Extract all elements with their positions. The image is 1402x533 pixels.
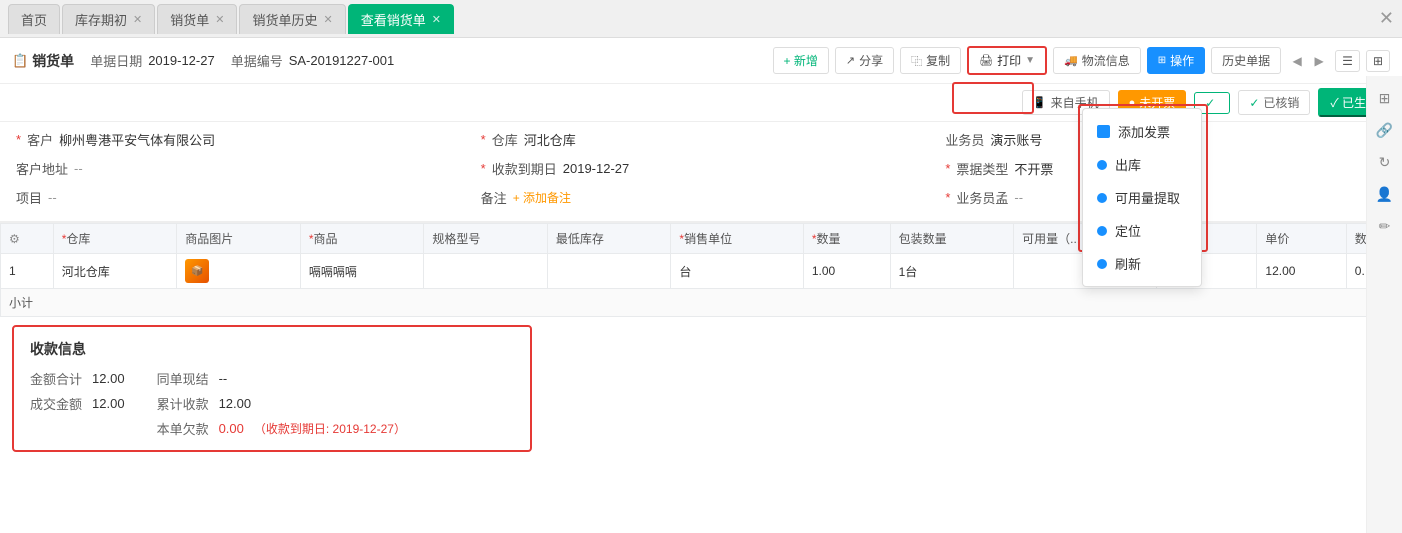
add-note-button[interactable]: + 添加备注 <box>513 189 571 206</box>
locate-icon <box>1097 226 1107 236</box>
operations-dropdown: 添加发票 出库 可用量提取 定位 刷新 <box>1082 108 1202 287</box>
col-qty: *数量 <box>803 224 890 254</box>
num-label: 单据编号 <box>231 51 283 70</box>
refresh-icon2 <box>1097 259 1107 269</box>
row-price: 12.00 <box>1257 254 1346 289</box>
col-img: 商品图片 <box>177 224 301 254</box>
col-product: *商品 <box>300 224 424 254</box>
refresh2-icon: ↻ <box>1379 154 1391 171</box>
print-button[interactable]: 🖨 打印 ▼ <box>967 46 1047 75</box>
summary-col-1: 金额合计 12.00 成交金额 12.00 <box>30 369 125 438</box>
share-button[interactable]: ↗ 分享 <box>835 47 894 74</box>
col-warehouse: *仓库 <box>53 224 177 254</box>
warehouse-field: * 仓库 河北仓库 <box>481 130 922 149</box>
panel-user-button[interactable]: 👤 <box>1371 180 1399 208</box>
col-config[interactable]: ⚙ <box>1 224 54 254</box>
summary-total-row: 金额合计 12.00 <box>30 369 125 388</box>
operate-button[interactable]: ⊞ 操作 <box>1147 47 1205 74</box>
col-spec: 规格型号 <box>424 224 548 254</box>
main-content: 📋 销货单 单据日期 2019-12-27 单据编号 SA-20191227-0… <box>0 38 1402 533</box>
product-image: 📦 <box>185 259 209 283</box>
link-icon: 🔗 <box>1376 122 1393 139</box>
invoice-icon <box>1097 125 1110 138</box>
grid-view-button[interactable]: ⊞ <box>1366 50 1390 72</box>
close-view-sales-tab[interactable]: ✕ <box>432 13 441 26</box>
num-value: SA-20191227-001 <box>289 53 395 68</box>
edit-icon: ✏ <box>1379 218 1391 235</box>
tab-sales[interactable]: 销货单 ✕ <box>157 4 237 34</box>
summary-deal-row: 成交金额 12.00 <box>30 394 125 413</box>
list-view-button[interactable]: ☰ <box>1335 50 1360 72</box>
date-label: 单据日期 <box>90 51 142 70</box>
prev-arrow[interactable]: ◀ <box>1287 51 1307 71</box>
tab-view-sales[interactable]: 查看销货单 ✕ <box>348 4 454 34</box>
panel-refresh-button[interactable]: ↻ <box>1371 148 1399 176</box>
copy-button[interactable]: ⿻ 复制 <box>900 47 961 74</box>
subtotal-row: 小计 <box>1 289 1402 317</box>
doc-type-label: 销货单 <box>32 51 74 71</box>
new-button[interactable]: + 新增 <box>773 47 829 74</box>
right-panel: ⊞ 🔗 ↻ 👤 ✏ ⛶ <box>1366 76 1402 533</box>
project-field: 项目 -- <box>16 188 457 207</box>
history-button[interactable]: 历史单据 <box>1211 47 1281 74</box>
subtotal-label: 小计 <box>1 289 1402 317</box>
add-invoice-item[interactable]: 添加发票 <box>1083 115 1201 148</box>
row-unit: 台 <box>671 254 803 289</box>
available-icon <box>1097 193 1107 203</box>
close-inventory-tab[interactable]: ✕ <box>133 13 142 26</box>
user-icon: 👤 <box>1376 186 1393 203</box>
note-field: 备注 + 添加备注 <box>481 188 922 207</box>
tab-inventory[interactable]: 库存期初 ✕ <box>62 4 155 34</box>
print-button-wrapper: 🖨 打印 ▼ <box>967 46 1047 75</box>
close-sales-history-tab[interactable]: ✕ <box>324 13 333 26</box>
panel-expand-button[interactable]: ⊞ <box>1371 84 1399 112</box>
summary-cumulative-row: 累计收款 12.00 <box>157 394 406 413</box>
row-qty: 1.00 <box>803 254 890 289</box>
summary-rows: 金额合计 12.00 成交金额 12.00 同单现结 -- 累计收款 <box>30 369 514 438</box>
row-pack: 1台 <box>890 254 1014 289</box>
outbound-item[interactable]: 出库 <box>1083 148 1201 181</box>
close-all-button[interactable]: ✕ <box>1379 8 1394 29</box>
col-min-stock: 最低库存 <box>547 224 671 254</box>
summary-box: 收款信息 金额合计 12.00 成交金额 12.00 同单现结 -- <box>12 325 532 452</box>
locate-item[interactable]: 定位 <box>1083 214 1201 247</box>
nav-arrows: ◀ ▶ <box>1287 51 1329 71</box>
available-qty-item[interactable]: 可用量提取 <box>1083 181 1201 214</box>
address-field: 客户地址 -- <box>16 159 457 178</box>
gear-icon: ⚙ <box>9 232 20 246</box>
sales-order-icon: 📋 <box>12 53 28 69</box>
outbound-icon <box>1097 160 1107 170</box>
row-min-stock <box>547 254 671 289</box>
debt-note: （收款到期日: 2019-12-27） <box>254 420 406 437</box>
refresh-item[interactable]: 刷新 <box>1083 247 1201 280</box>
summary-title: 收款信息 <box>30 339 514 359</box>
customer-field: * 客户 柳州粤港平安气体有限公司 <box>16 130 457 149</box>
payment-date-field: * 收款到期日 2019-12-27 <box>481 159 922 178</box>
tab-sales-history[interactable]: 销货单历史 ✕ <box>239 4 345 34</box>
panel-link-button[interactable]: 🔗 <box>1371 116 1399 144</box>
row-spec <box>424 254 548 289</box>
date-value: 2019-12-27 <box>148 53 215 68</box>
summary-col-2: 同单现结 -- 累计收款 12.00 本单欠款 0.00 （收款到期日: 201… <box>157 369 406 438</box>
close-sales-tab[interactable]: ✕ <box>215 13 224 26</box>
summary-settle-row: 同单现结 -- <box>157 369 406 388</box>
sold-button[interactable]: ✓ 已核销 <box>1238 90 1310 115</box>
row-product: 嗝嗝嗝嗝 <box>300 254 424 289</box>
row-no: 1 <box>1 254 54 289</box>
summary-debt-row: 本单欠款 0.00 （收款到期日: 2019-12-27） <box>157 419 406 438</box>
next-arrow[interactable]: ▶ <box>1309 51 1329 71</box>
logistics-button[interactable]: 🚚 物流信息 <box>1053 47 1141 74</box>
col-pack: 包装数量 <box>890 224 1014 254</box>
expand-icon: ⊞ <box>1379 90 1391 107</box>
tab-bar: 首页 库存期初 ✕ 销货单 ✕ 销货单历史 ✕ 查看销货单 ✕ ✕ <box>0 0 1402 38</box>
col-unit: *销售单位 <box>671 224 803 254</box>
row-warehouse: 河北仓库 <box>53 254 177 289</box>
tab-home[interactable]: 首页 <box>8 4 60 34</box>
row-img: 📦 <box>177 254 301 289</box>
col-price: 单价 <box>1257 224 1346 254</box>
panel-edit-button[interactable]: ✏ <box>1371 212 1399 240</box>
